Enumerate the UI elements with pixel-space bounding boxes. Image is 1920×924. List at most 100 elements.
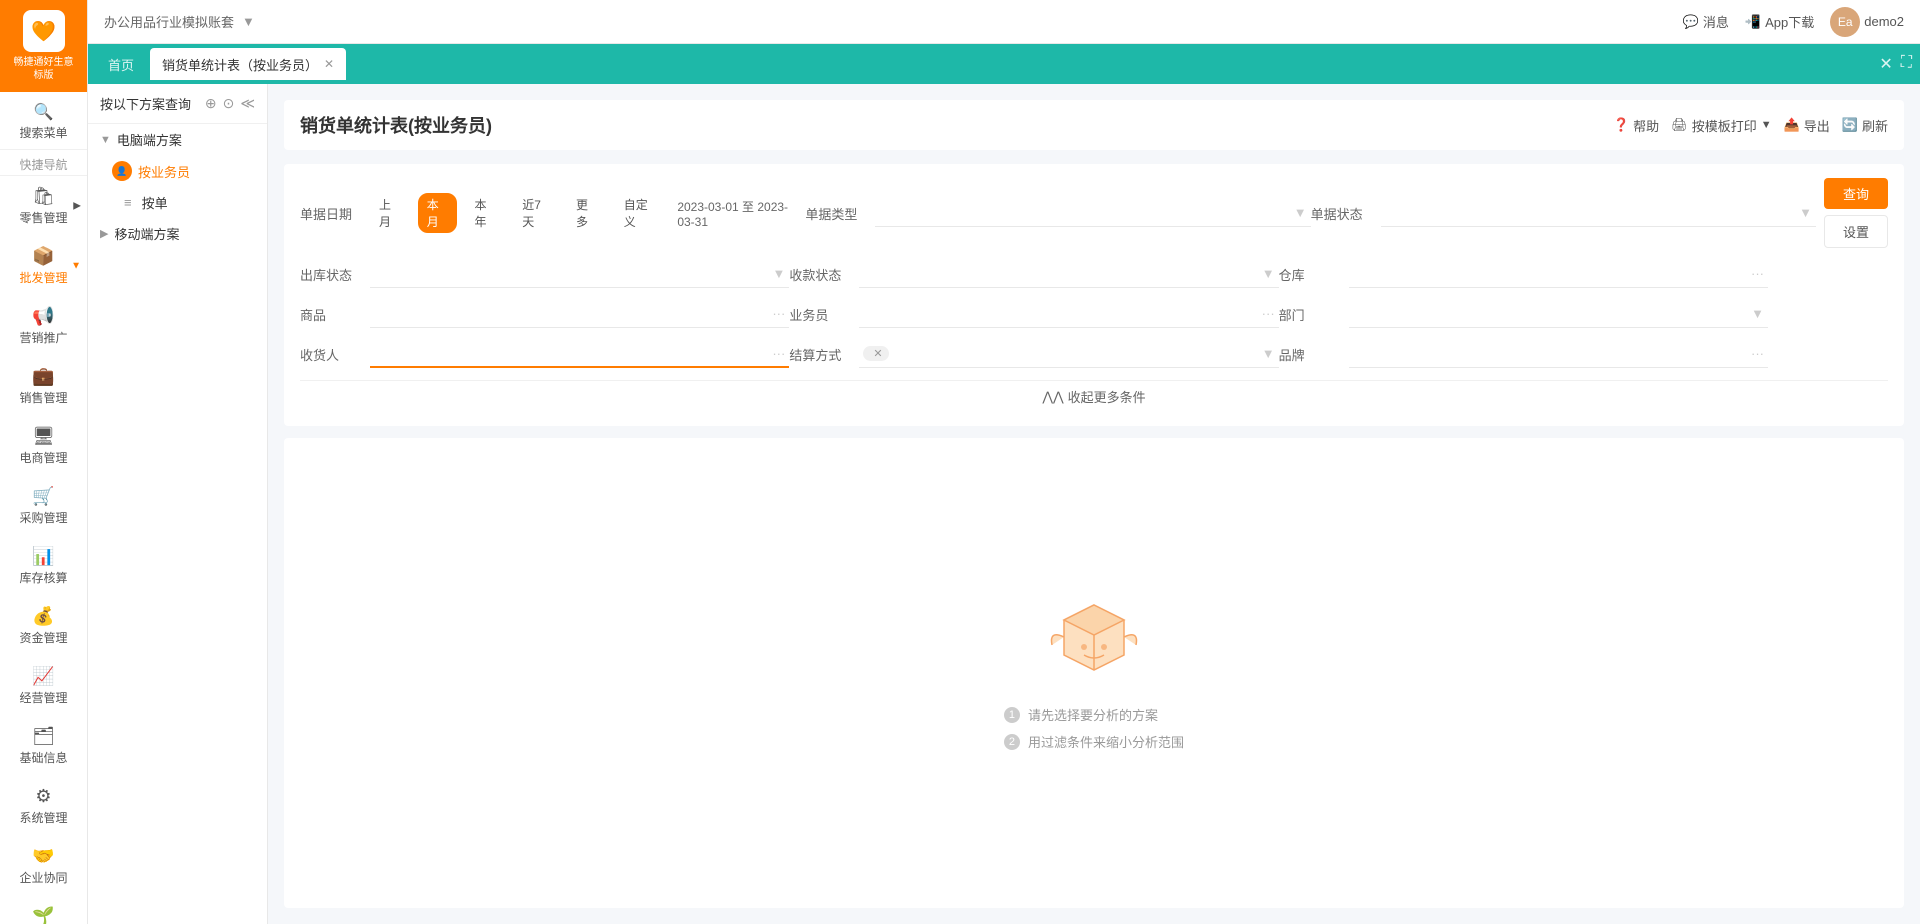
print-btn[interactable]: 🖨 按模板打印 ▼: [1671, 116, 1771, 135]
collapse-bar[interactable]: ⋀⋀ 收起更多条件: [300, 380, 1888, 412]
refresh-btn[interactable]: 🔄 刷新: [1842, 116, 1888, 135]
filter-row-1: 单据日期 上月 本月 本年 近7天 更多 自定义 2023-03-01 至 20…: [300, 178, 1888, 248]
sidebar-item-wholesale[interactable]: 📦 批发管理 ▼: [0, 236, 87, 296]
settlement-arrow[interactable]: ▼: [1262, 346, 1275, 361]
sidebar-item-system[interactable]: ⚙ 系统管理: [0, 776, 87, 836]
user-menu[interactable]: Ea demo2: [1830, 7, 1904, 37]
brand-select[interactable]: ···: [1349, 340, 1768, 368]
date-btn-this-year[interactable]: 本年: [465, 193, 505, 233]
home-tab-label: 首页: [108, 55, 134, 74]
tab-expand-icon[interactable]: ⛶: [1901, 54, 1912, 74]
username-label: demo2: [1864, 14, 1904, 29]
payment-status-select[interactable]: ▼: [859, 260, 1278, 288]
sidebar-item-newbie[interactable]: 🌱 新手引导: [0, 896, 87, 924]
sidebar-item-label: 营销推广: [19, 329, 67, 346]
date-range-display: 2023-03-01 至 2023-03-31: [677, 198, 805, 229]
account-selector[interactable]: 办公用品行业模拟账套: [104, 12, 234, 31]
goods-select[interactable]: ···: [370, 300, 789, 328]
settlement-tag-close[interactable]: ✕: [873, 347, 882, 360]
consignee-dots[interactable]: ···: [772, 346, 785, 361]
chevron-down-icon: ▼: [71, 261, 81, 272]
query-button[interactable]: 查询: [1824, 178, 1888, 209]
salesman-select[interactable]: ···: [859, 300, 1278, 328]
tab-sales-stat[interactable]: 销货单统计表（按业务员） ✕: [150, 48, 346, 80]
sidebar-item-label: 电商管理: [19, 449, 67, 466]
tree-item-label: 按单: [142, 193, 168, 212]
tree-item-label: 按业务员: [138, 162, 190, 181]
sidebar-item-sales[interactable]: 💼 销售管理: [0, 356, 87, 416]
filter-doc-status: 单据状态 ▼: [1311, 199, 1816, 227]
tree-item-by-order[interactable]: ≡ 按单: [88, 187, 267, 218]
print-dropdown-icon[interactable]: ▼: [1761, 119, 1772, 131]
tree-item-label: 移动端方案: [114, 224, 179, 243]
help-label: 帮助: [1633, 116, 1659, 135]
doc-type-label: 单据类型: [805, 204, 875, 223]
empty-tip-2: 2 用过滤条件来缩小分析范围: [1004, 732, 1184, 751]
consignee-input[interactable]: ···: [370, 340, 789, 368]
doc-type-select[interactable]: ▼: [875, 199, 1310, 227]
tree-item-by-salesman[interactable]: 👤 按业务员: [88, 155, 267, 187]
add-scheme-icon[interactable]: ⊕: [205, 95, 217, 112]
export-icon: 📤: [1784, 117, 1800, 133]
doc-status-select[interactable]: ▼: [1381, 199, 1816, 227]
brand-dots[interactable]: ···: [1751, 346, 1764, 361]
sidebar-item-label: 批发管理: [19, 269, 67, 286]
filter-row-3: 商品 ··· 业务员 ··· 部门: [300, 300, 1888, 328]
collapse-panel-icon[interactable]: ≪: [240, 95, 255, 112]
export-btn[interactable]: 📤 导出: [1784, 116, 1830, 135]
tab-close-icon[interactable]: ✕: [324, 57, 334, 71]
tabbar-actions: ✕ ⛶: [1879, 54, 1912, 74]
settings-scheme-icon[interactable]: ⊙: [223, 95, 235, 112]
tabbar: 首页 销货单统计表（按业务员） ✕ ✕ ⛶: [88, 44, 1920, 84]
filter-out-status: 出库状态 ▼: [300, 260, 789, 288]
date-btn-custom[interactable]: 自定义: [615, 193, 666, 233]
avatar: Ea: [1830, 7, 1860, 37]
sidebar-item-label: 基础信息: [19, 749, 67, 766]
query-btn-group: 查询 设置: [1824, 178, 1888, 248]
settlement-select[interactable]: ✕ ▼: [859, 340, 1278, 368]
filter-row-2: 出库状态 ▼ 收款状态 ▼ 仓库: [300, 260, 1888, 288]
page-title-bar: 销货单统计表(按业务员) ❓ 帮助 🖨 按模板打印 ▼ 📤 导出: [284, 100, 1904, 150]
tree-desktop-schemes[interactable]: ▼ 电脑端方案: [88, 124, 267, 155]
dept-arrow: ▼: [1751, 306, 1764, 321]
sidebar-item-marketing[interactable]: 📢 营销推广: [0, 296, 87, 356]
sidebar-item-basic[interactable]: 🗂 基础信息: [0, 716, 87, 776]
tab-close-window-icon[interactable]: ✕: [1879, 54, 1892, 74]
sidebar-item-enterprise[interactable]: 🤝 企业协同: [0, 836, 87, 896]
date-btn-last-month[interactable]: 上月: [370, 193, 410, 233]
sidebar-item-ecommerce[interactable]: 🖥 电商管理: [0, 416, 87, 476]
sidebar-item-label: 采购管理: [19, 509, 67, 526]
basic-icon: 🗂: [32, 726, 55, 747]
tree-mobile-schemes[interactable]: ▶ 移动端方案: [88, 218, 267, 249]
sidebar-item-label: 系统管理: [19, 809, 67, 826]
goods-dots[interactable]: ···: [772, 306, 785, 321]
salesman-dots[interactable]: ···: [1262, 306, 1275, 321]
sidebar-item-inventory[interactable]: 📊 库存核算: [0, 536, 87, 596]
date-btn-this-month[interactable]: 本月: [418, 193, 458, 233]
message-label: 消息: [1703, 12, 1729, 31]
sidebar-item-finance[interactable]: 💰 资金管理: [0, 596, 87, 656]
app-download-btn[interactable]: 📲 App下载: [1745, 12, 1814, 31]
sidebar-item-retail[interactable]: 🛍 零售管理 ▶: [0, 176, 87, 236]
dept-select[interactable]: ▼: [1349, 300, 1768, 328]
dropdown-icon[interactable]: ▼: [242, 14, 255, 29]
tab-home[interactable]: 首页: [96, 48, 146, 80]
export-label: 导出: [1804, 116, 1830, 135]
out-status-select[interactable]: ▼: [370, 260, 789, 288]
warehouse-dots[interactable]: ···: [1751, 266, 1764, 281]
date-btn-more[interactable]: 更多: [567, 193, 607, 233]
settings-button[interactable]: 设置: [1824, 215, 1888, 248]
sidebar-item-operations[interactable]: 📈 经营管理: [0, 656, 87, 716]
warehouse-select[interactable]: ···: [1349, 260, 1768, 288]
sidebar-item-purchase[interactable]: 🛒 采购管理: [0, 476, 87, 536]
help-btn[interactable]: ❓ 帮助: [1613, 116, 1659, 135]
date-btn-last-7days[interactable]: 近7天: [513, 193, 559, 233]
right-panel: 销货单统计表(按业务员) ❓ 帮助 🖨 按模板打印 ▼ 📤 导出: [268, 84, 1920, 924]
inventory-icon: 📊: [32, 546, 54, 567]
message-btn[interactable]: 💬 消息: [1683, 12, 1729, 31]
sidebar-search[interactable]: 🔍 搜索菜单: [0, 92, 87, 150]
left-panel: 按以下方案查询 ⊕ ⊙ ≪ ▼ 电脑端方案 👤 按业务员 ≡ 按单: [88, 84, 268, 924]
filter-area: 单据日期 上月 本月 本年 近7天 更多 自定义 2023-03-01 至 20…: [284, 164, 1904, 426]
sidebar-logo[interactable]: 🧡 畅捷通好生意 标版: [0, 0, 87, 92]
salesman-label: 业务员: [789, 305, 859, 324]
